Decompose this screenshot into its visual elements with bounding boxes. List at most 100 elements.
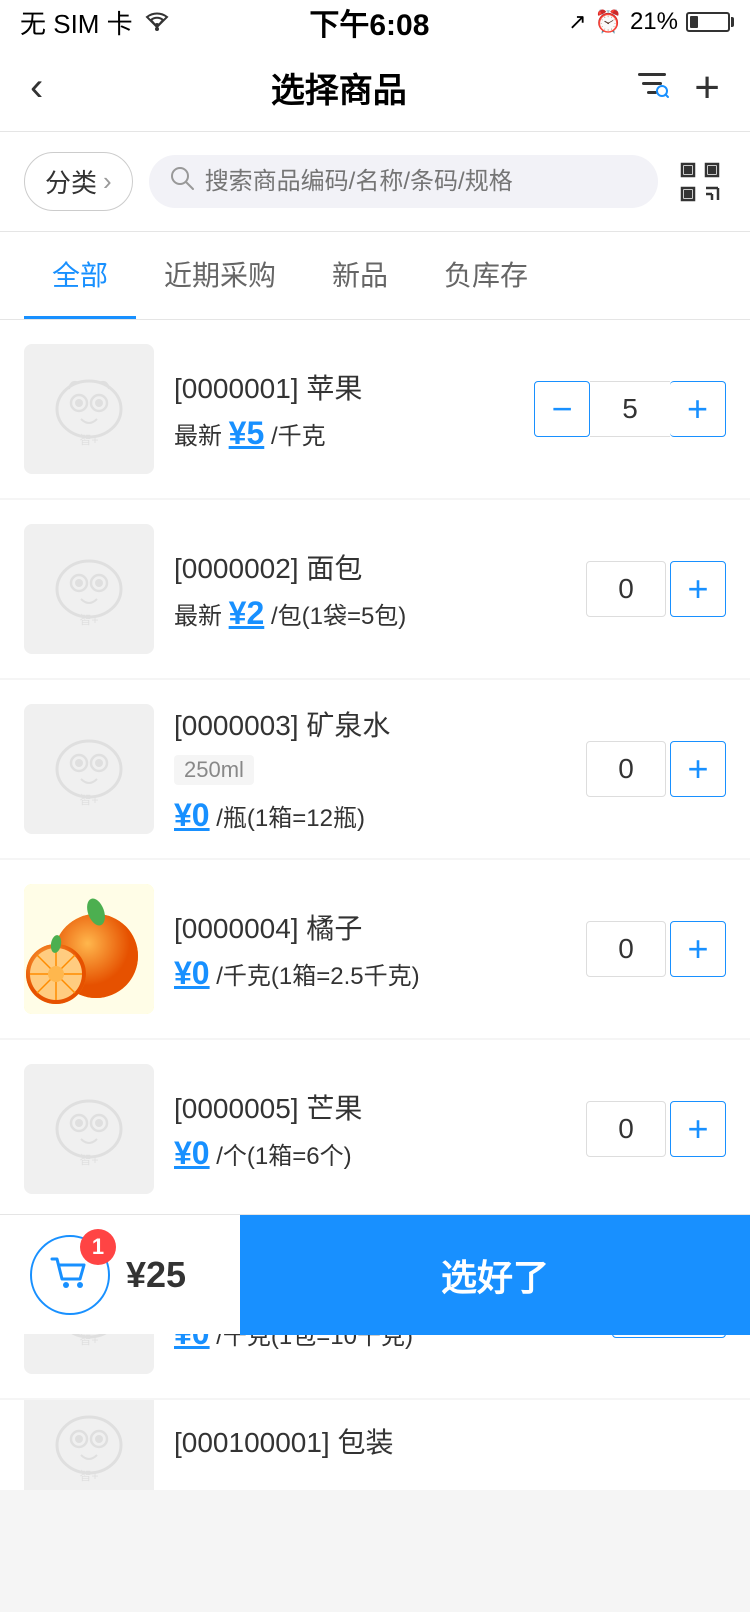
status-time: 下午6:08 [309, 0, 429, 44]
price-unit: /千克(1箱=2.5千克) [216, 963, 419, 990]
tabs-bar: 全部 近期采购 新品 负库存 [0, 232, 750, 320]
product-price: 最新 ¥5 /千克 [174, 415, 514, 452]
price-unit: /包(1袋=5包) [271, 603, 406, 630]
search-input[interactable] [205, 168, 638, 196]
increase-button[interactable]: + [670, 381, 726, 437]
product-name: [0000004] 橘子 [174, 907, 566, 947]
product-controls: − + [534, 381, 726, 437]
decrease-button[interactable]: − [534, 381, 590, 437]
search-icon [169, 165, 195, 198]
product-image: 智+ [24, 344, 154, 474]
cart-section: 1 ¥25 [0, 1235, 240, 1315]
increase-button[interactable]: + [670, 1101, 726, 1157]
tab-recent[interactable]: 近期采购 [136, 232, 304, 319]
list-item: 智+ [0000003] 矿泉水 250ml ¥0 /瓶(1箱=12瓶) + [0, 680, 750, 858]
product-controls: + [586, 921, 726, 977]
cart-badge: 1 [80, 1229, 116, 1265]
price-value: ¥0 [174, 955, 210, 991]
price-unit: /千克 [271, 423, 326, 450]
price-unit: /个(1箱=6个) [216, 1143, 351, 1170]
product-price: ¥0 /千克(1箱=2.5千克) [174, 955, 566, 992]
price-label: 最新 [174, 423, 229, 450]
filter-icon[interactable] [634, 65, 670, 110]
cart-total: ¥25 [126, 1254, 186, 1296]
product-name: [0000001] 苹果 [174, 367, 514, 407]
list-item: 智+ [000100001] 包装 [0, 1400, 750, 1490]
category-button[interactable]: 分类 › [24, 152, 133, 211]
placeholder-image: 智+ [49, 369, 129, 449]
page-title: 选择商品 [271, 63, 407, 112]
carrier-label: 无 SIM 卡 [20, 4, 133, 41]
svg-text:智+: 智+ [79, 1332, 98, 1347]
quantity-input[interactable] [586, 921, 666, 977]
confirm-button[interactable]: 选好了 [240, 1215, 750, 1335]
search-input-wrap [149, 155, 658, 208]
filter-bar: 分类 › [0, 132, 750, 232]
battery-fill [690, 16, 698, 28]
cart-button[interactable]: 1 [30, 1235, 110, 1315]
increase-button[interactable]: + [670, 561, 726, 617]
tab-all[interactable]: 全部 [24, 232, 136, 319]
product-thumbnail [24, 884, 154, 1014]
increase-button[interactable]: + [670, 741, 726, 797]
tab-new[interactable]: 新品 [304, 232, 416, 319]
product-name: [0000002] 面包 [174, 547, 566, 587]
tab-all-label: 全部 [52, 260, 108, 291]
product-info: [0000005] 芒果 ¥0 /个(1箱=6个) [174, 1087, 566, 1172]
svg-text:智+: 智+ [79, 1468, 98, 1483]
list-item: 智+ [0000001] 苹果 最新 ¥5 /千克 − + [0, 320, 750, 498]
alarm-icon: ⏰ [595, 9, 622, 35]
location-icon: ↗ [568, 9, 586, 35]
price-value: ¥5 [229, 415, 265, 451]
tab-negative[interactable]: 负库存 [416, 232, 556, 319]
nav-right: + [634, 63, 720, 113]
status-bar: 无 SIM 卡 下午6:08 ↗ ⏰ 21% [0, 0, 750, 44]
product-controls: + [586, 741, 726, 797]
back-button[interactable]: ‹ [30, 65, 43, 110]
placeholder-image: 智+ [49, 1089, 129, 1169]
svg-text:智+: 智+ [79, 1152, 98, 1167]
placeholder-image: 智+ [49, 549, 129, 629]
tab-new-label: 新品 [332, 260, 388, 291]
wifi-icon [143, 7, 171, 38]
increase-button[interactable]: + [670, 921, 726, 977]
product-info: [0000004] 橘子 ¥0 /千克(1箱=2.5千克) [174, 907, 566, 992]
quantity-input[interactable] [586, 1101, 666, 1157]
scan-button[interactable] [674, 156, 726, 208]
bottom-bar: 1 ¥25 选好了 [0, 1214, 750, 1334]
product-info: [0000003] 矿泉水 250ml ¥0 /瓶(1箱=12瓶) [174, 704, 566, 834]
product-info: [000100001] 包装 [174, 1421, 726, 1469]
status-right: ↗ ⏰ 21% [568, 8, 730, 36]
tab-recent-label: 近期采购 [164, 260, 276, 291]
price-value: ¥0 [174, 797, 210, 833]
product-spec: 250ml [174, 755, 254, 785]
nav-left: ‹ [30, 65, 43, 110]
product-controls: + [586, 1101, 726, 1157]
product-name: [000100001] 包装 [174, 1421, 726, 1461]
product-image [24, 884, 154, 1014]
product-image: 智+ [24, 524, 154, 654]
svg-text:智+: 智+ [79, 612, 98, 627]
price-label: 最新 [174, 603, 229, 630]
product-price: ¥0 /个(1箱=6个) [174, 1135, 566, 1172]
tab-negative-label: 负库存 [444, 260, 528, 291]
price-value: ¥2 [229, 595, 265, 631]
add-icon[interactable]: + [694, 63, 720, 113]
list-item: [0000004] 橘子 ¥0 /千克(1箱=2.5千克) + [0, 860, 750, 1038]
product-image: 智+ [24, 1400, 154, 1490]
quantity-input[interactable] [586, 741, 666, 797]
product-info: [0000002] 面包 最新 ¥2 /包(1袋=5包) [174, 547, 566, 632]
list-item: 智+ [0000002] 面包 最新 ¥2 /包(1袋=5包) + [0, 500, 750, 678]
product-name: [0000005] 芒果 [174, 1087, 566, 1127]
price-unit: /瓶(1箱=12瓶) [216, 805, 365, 832]
quantity-input[interactable] [586, 561, 666, 617]
category-chevron: › [103, 166, 112, 197]
svg-text:智+: 智+ [79, 432, 98, 447]
placeholder-image: 智+ [49, 729, 129, 809]
battery-percent: 21% [630, 8, 678, 36]
product-price: 最新 ¥2 /包(1袋=5包) [174, 595, 566, 632]
battery-icon [686, 12, 730, 32]
product-image: 智+ [24, 1064, 154, 1194]
product-name: [0000003] 矿泉水 [174, 704, 566, 744]
quantity-input[interactable] [590, 381, 670, 437]
